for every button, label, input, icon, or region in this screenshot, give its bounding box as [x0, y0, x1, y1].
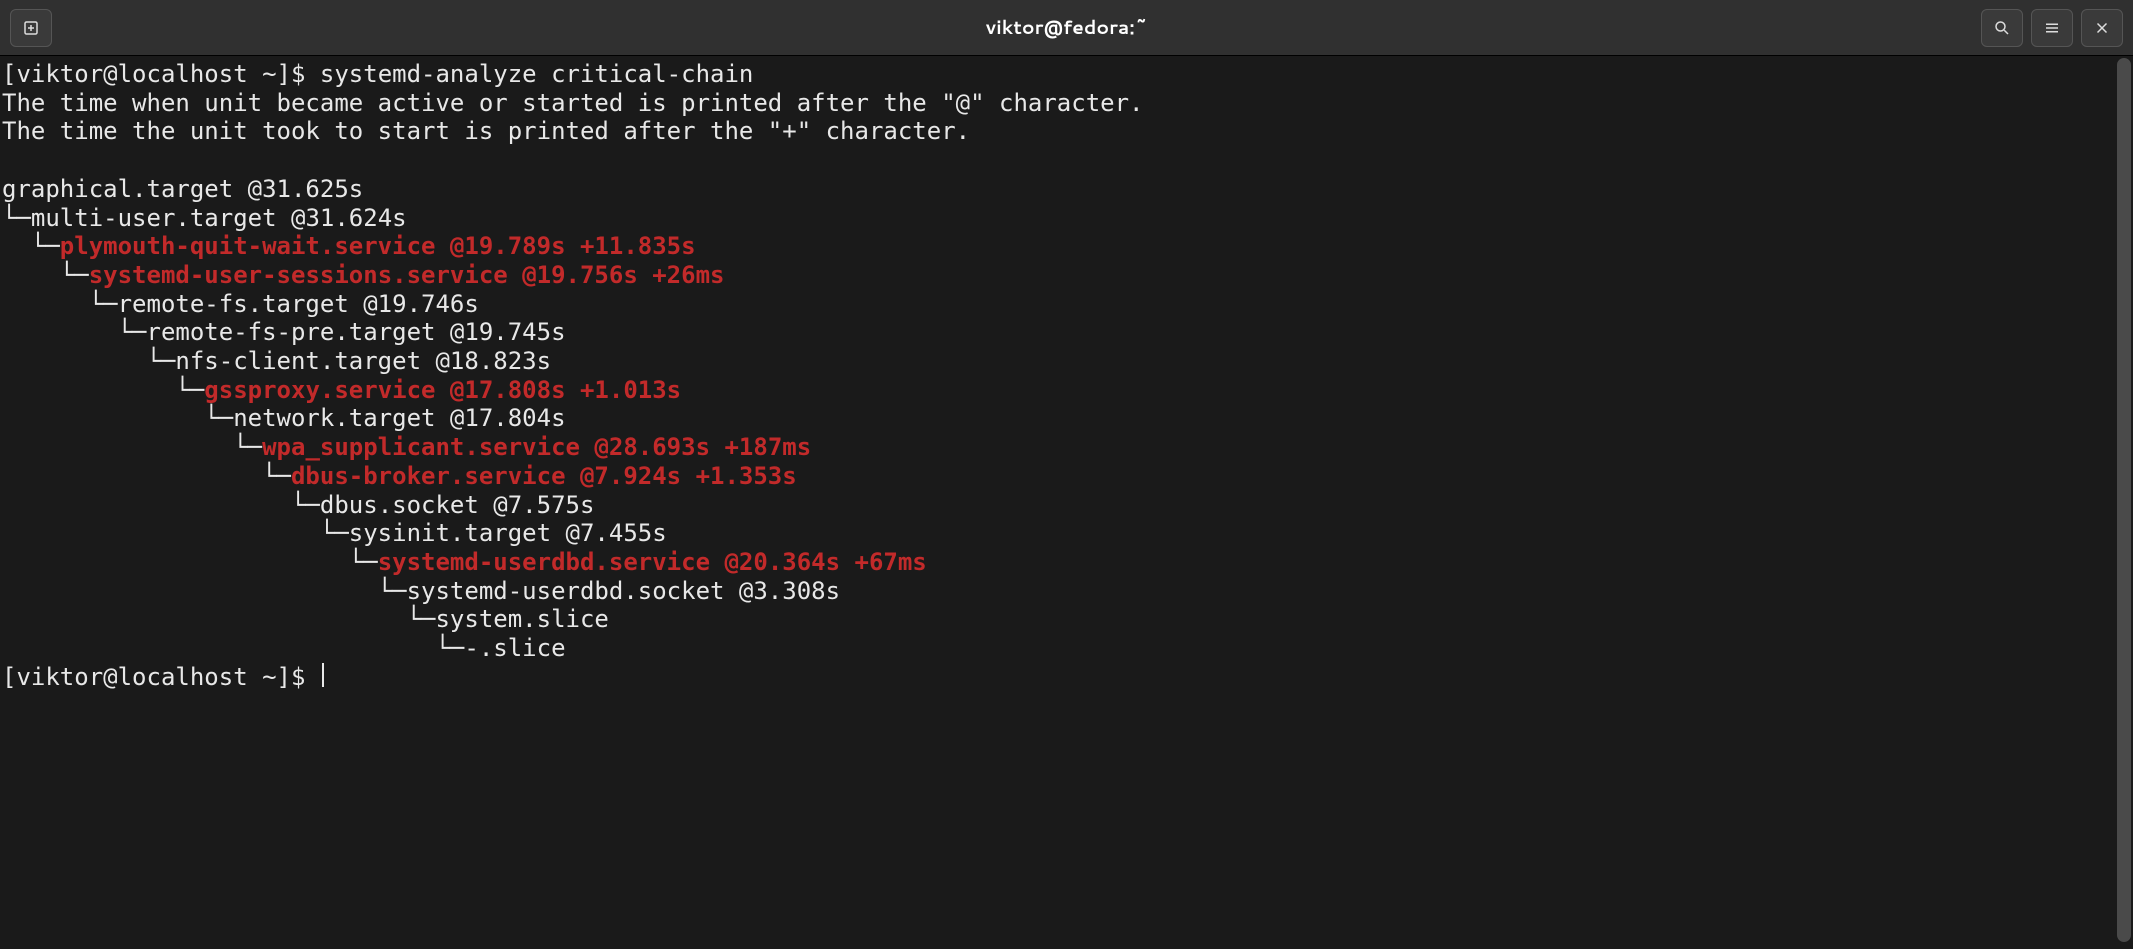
tree-prefix: └─	[2, 548, 378, 576]
close-icon	[2093, 19, 2111, 37]
chain-line: └─network.target @17.804s	[2, 404, 2131, 433]
tree-prefix: └─	[2, 376, 204, 404]
tree-prefix: └─	[2, 433, 262, 461]
chain-line: └─dbus-broker.service @7.924s +1.353s	[2, 462, 2131, 491]
chain-line: └─sysinit.target @7.455s	[2, 519, 2131, 548]
chain-line: └─gssproxy.service @17.808s +1.013s	[2, 376, 2131, 405]
tree-prefix: └─	[2, 605, 435, 633]
unit-entry: systemd-user-sessions.service @19.756s +…	[89, 261, 725, 289]
unit-entry: -.slice	[464, 634, 565, 662]
unit-entry: remote-fs.target @19.746s	[118, 290, 479, 318]
unit-entry: dbus.socket @7.575s	[320, 491, 595, 519]
tree-prefix: └─	[2, 577, 407, 605]
unit-entry: plymouth-quit-wait.service @19.789s +11.…	[60, 232, 696, 260]
tree-prefix: └─	[2, 232, 60, 260]
unit-entry: multi-user.target @31.624s	[31, 204, 407, 232]
unit-entry: system.slice	[435, 605, 608, 633]
titlebar: viktor@fedora:~	[0, 0, 2133, 56]
unit-entry: sysinit.target @7.455s	[349, 519, 667, 547]
search-icon	[1993, 19, 2011, 37]
output-line: The time the unit took to start is print…	[2, 117, 2131, 146]
scrollbar-thumb[interactable]	[2117, 58, 2131, 942]
window-title: viktor@fedora:~	[985, 14, 1147, 41]
unit-entry: graphical.target @31.625s	[2, 175, 363, 203]
tree-prefix: └─	[2, 290, 118, 318]
unit-entry: network.target @17.804s	[233, 404, 565, 432]
shell-prompt: [viktor@localhost ~]$	[2, 663, 320, 691]
chain-line: └─dbus.socket @7.575s	[2, 491, 2131, 520]
unit-entry: wpa_supplicant.service @28.693s +187ms	[262, 433, 811, 461]
tree-prefix: └─	[2, 634, 464, 662]
chain-line: └─system.slice	[2, 605, 2131, 634]
tree-prefix: └─	[2, 519, 349, 547]
new-tab-icon	[22, 19, 40, 37]
hamburger-menu-icon	[2043, 19, 2061, 37]
menu-button[interactable]	[2031, 9, 2073, 47]
prompt-line: [viktor@localhost ~]$ systemd-analyze cr…	[2, 60, 2131, 89]
chain-line: └─multi-user.target @31.624s	[2, 204, 2131, 233]
search-button[interactable]	[1981, 9, 2023, 47]
tree-prefix: └─	[2, 491, 320, 519]
chain-line: └─systemd-userdbd.service @20.364s +67ms	[2, 548, 2131, 577]
chain-line: └─remote-fs.target @19.746s	[2, 290, 2131, 319]
chain-line: └─remote-fs-pre.target @19.745s	[2, 318, 2131, 347]
tree-prefix: └─	[2, 404, 233, 432]
terminal-output[interactable]: [viktor@localhost ~]$ systemd-analyze cr…	[0, 56, 2133, 949]
chain-line: graphical.target @31.625s	[2, 175, 2131, 204]
tree-prefix: └─	[2, 204, 31, 232]
chain-line: └─nfs-client.target @18.823s	[2, 347, 2131, 376]
unit-entry: dbus-broker.service @7.924s +1.353s	[291, 462, 797, 490]
close-button[interactable]	[2081, 9, 2123, 47]
tree-prefix: └─	[2, 462, 291, 490]
chain-line: └─wpa_supplicant.service @28.693s +187ms	[2, 433, 2131, 462]
output-line: The time when unit became active or star…	[2, 89, 2131, 118]
chain-line: └─systemd-userdbd.socket @3.308s	[2, 577, 2131, 606]
prompt-line: [viktor@localhost ~]$	[2, 663, 2131, 692]
unit-entry: systemd-userdbd.service @20.364s +67ms	[378, 548, 927, 576]
new-tab-button[interactable]	[10, 9, 52, 47]
blank-line	[2, 146, 2131, 175]
unit-entry: systemd-userdbd.socket @3.308s	[407, 577, 840, 605]
chain-line: └─systemd-user-sessions.service @19.756s…	[2, 261, 2131, 290]
tree-prefix: └─	[2, 347, 175, 375]
unit-entry: remote-fs-pre.target @19.745s	[147, 318, 566, 346]
unit-entry: nfs-client.target @18.823s	[175, 347, 551, 375]
scrollbar-track[interactable]	[2117, 58, 2131, 942]
unit-entry: gssproxy.service @17.808s +1.013s	[204, 376, 681, 404]
tree-prefix: └─	[2, 318, 147, 346]
chain-line: └─plymouth-quit-wait.service @19.789s +1…	[2, 232, 2131, 261]
cursor	[322, 663, 324, 687]
shell-command: systemd-analyze critical-chain	[320, 60, 753, 88]
tree-prefix: └─	[2, 261, 89, 289]
chain-line: └─-.slice	[2, 634, 2131, 663]
shell-prompt: [viktor@localhost ~]$	[2, 60, 320, 88]
